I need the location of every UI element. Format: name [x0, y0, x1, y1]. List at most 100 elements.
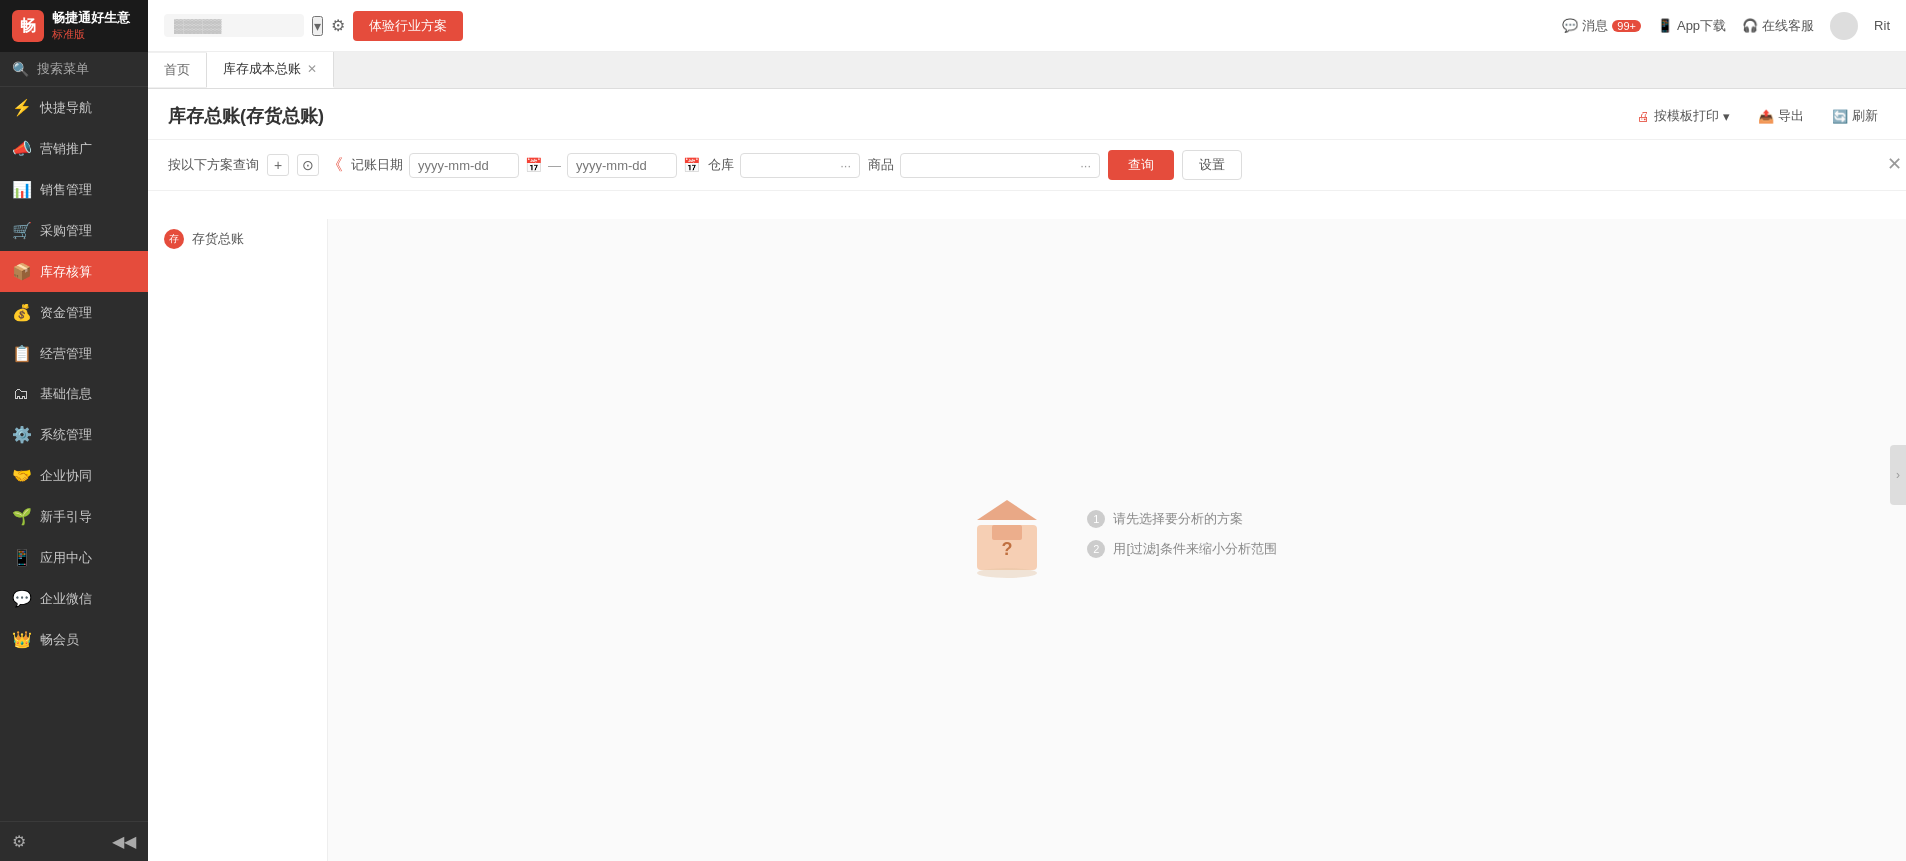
content-area: 库存总账(存货总账) 🖨 按模板打印 ▾ 📤 导出 🔄 刷新 按以下方案查 — [148, 89, 1906, 861]
product-more-icon: ··· — [1080, 158, 1091, 173]
scheme-item-inventory-account[interactable]: 存 存货总账 — [148, 219, 327, 259]
tabbar: 首页 库存成本总账 ✕ — [148, 52, 1906, 89]
refresh-icon: 🔄 — [1832, 109, 1848, 124]
sidebar-item-appstore[interactable]: 📱 应用中心 — [0, 537, 148, 578]
sidebar-item-inventory[interactable]: 📦 库存核算 — [0, 251, 148, 292]
warehouse-more-icon: ··· — [840, 158, 851, 173]
sidebar-item-enterprise[interactable]: 🤝 企业协同 — [0, 455, 148, 496]
sidebar-item-operation[interactable]: 📋 经营管理 — [0, 333, 148, 374]
right-panel-toggle[interactable]: › — [1890, 445, 1906, 505]
tab-home[interactable]: 首页 — [148, 53, 207, 87]
product-selector[interactable]: ··· — [900, 153, 1100, 178]
sidebar-search-label: 搜索菜单 — [37, 60, 89, 78]
query-btn[interactable]: 查询 — [1108, 150, 1174, 180]
filter-date-group: 记账日期 📅 — 📅 — [351, 153, 700, 178]
topbar-online-service-action[interactable]: 🎧 在线客服 — [1742, 17, 1814, 35]
sidebar: 畅 畅捷通好生意 标准版 🔍 搜索菜单 ⚡ 快捷导航 📣 营销推广 📊 销售管理… — [0, 0, 148, 861]
warehouse-label: 仓库 — [708, 156, 734, 174]
filter-config-btn[interactable]: ⊙ — [297, 154, 319, 176]
panel-close-btn[interactable]: ✕ — [1883, 149, 1906, 179]
search-icon: 🔍 — [12, 61, 29, 77]
sidebar-label-wechat: 企业微信 — [40, 590, 92, 608]
empty-tips: 1 请先选择要分析的方案 2 用[过滤]条件来缩小分析范围 — [1087, 510, 1276, 570]
topbar-dropdown-btn[interactable]: ▾ — [312, 16, 323, 36]
online-service-label: 在线客服 — [1762, 17, 1814, 35]
scheme-icon-inventory: 存 — [164, 229, 184, 249]
date-start-picker-icon[interactable]: 📅 — [525, 157, 542, 173]
print-template-btn[interactable]: 🖨 按模板打印 ▾ — [1629, 103, 1738, 129]
export-icon: 📤 — [1758, 109, 1774, 124]
filter-label: 按以下方案查询 — [168, 156, 259, 174]
sidebar-label-member: 畅会员 — [40, 631, 79, 649]
empty-illustration: ? — [957, 490, 1057, 590]
settings-footer-icon[interactable]: ⚙ — [12, 832, 26, 851]
date-end-input[interactable] — [567, 153, 677, 178]
sidebar-label-inventory: 库存核算 — [40, 263, 92, 281]
empty-content: ? 1 请先选择要分析的方案 2 用[过滤]条件来缩小分析范围 — [957, 490, 1276, 590]
wechat-icon: 💬 — [12, 589, 30, 608]
scheme-panel: 存 存货总账 — [148, 219, 328, 861]
appstore-icon: 📱 — [12, 548, 30, 567]
filter-bar: 按以下方案查询 + ⊙ 《 记账日期 📅 — 📅 仓库 ··· — [148, 140, 1906, 191]
tab-inventory-cost[interactable]: 库存成本总账 ✕ — [207, 52, 334, 88]
date-end-picker-icon[interactable]: 📅 — [683, 157, 700, 173]
sidebar-label-purchase: 采购管理 — [40, 222, 92, 240]
message-badge: 99+ — [1612, 20, 1641, 32]
sidebar-item-sales[interactable]: 📊 销售管理 — [0, 169, 148, 210]
sidebar-item-purchase[interactable]: 🛒 采购管理 — [0, 210, 148, 251]
tab-close-icon[interactable]: ✕ — [307, 62, 317, 76]
sidebar-item-quick-nav[interactable]: ⚡ 快捷导航 — [0, 87, 148, 128]
topbar-gear-btn[interactable]: ⚙ — [331, 16, 345, 35]
print-dropdown-icon[interactable]: ▾ — [1723, 109, 1730, 124]
sidebar-item-wechat[interactable]: 💬 企业微信 — [0, 578, 148, 619]
date-start-input[interactable] — [409, 153, 519, 178]
date-label: 记账日期 — [351, 156, 403, 174]
basic-icon: 🗂 — [12, 385, 30, 403]
filter-add-btn[interactable]: + — [267, 154, 289, 176]
sidebar-item-basic[interactable]: 🗂 基础信息 — [0, 374, 148, 414]
sidebar-item-newbie[interactable]: 🌱 新手引导 — [0, 496, 148, 537]
sidebar-item-marketing[interactable]: 📣 营销推广 — [0, 128, 148, 169]
filter-settings-btn[interactable]: 设置 — [1182, 150, 1242, 180]
sidebar-label-finance: 资金管理 — [40, 304, 92, 322]
message-label: 消息 — [1582, 17, 1608, 35]
sidebar-label-system: 系统管理 — [40, 426, 92, 444]
svg-marker-1 — [977, 500, 1037, 520]
filter-collapse-btn[interactable]: 《 — [327, 155, 343, 176]
purchase-icon: 🛒 — [12, 221, 30, 240]
filter-warehouse-group: 仓库 ··· — [708, 153, 860, 178]
warehouse-selector[interactable]: ··· — [740, 153, 860, 178]
export-btn[interactable]: 📤 导出 — [1750, 103, 1812, 129]
sidebar-item-finance[interactable]: 💰 资金管理 — [0, 292, 148, 333]
system-icon: ⚙️ — [12, 425, 30, 444]
sidebar-label-marketing: 营销推广 — [40, 140, 92, 158]
inventory-icon: 📦 — [12, 262, 30, 281]
tab-inventory-cost-label: 库存成本总账 — [223, 60, 301, 78]
sidebar-item-member[interactable]: 👑 畅会员 — [0, 619, 148, 660]
topbar-avatar[interactable] — [1830, 12, 1858, 40]
svg-point-4 — [977, 568, 1037, 578]
collapse-sidebar-icon[interactable]: ◀◀ — [112, 832, 136, 851]
sidebar-label-quick-nav: 快捷导航 — [40, 99, 92, 117]
app-download-label: App下载 — [1677, 17, 1726, 35]
page-title: 库存总账(存货总账) — [168, 104, 324, 128]
sidebar-item-system[interactable]: ⚙️ 系统管理 — [0, 414, 148, 455]
sidebar-footer: ⚙ ◀◀ — [0, 821, 148, 861]
logo-text: 畅捷通好生意 标准版 — [52, 10, 130, 41]
industry-btn[interactable]: 体验行业方案 — [353, 11, 463, 41]
product-label: 商品 — [868, 156, 894, 174]
refresh-btn[interactable]: 🔄 刷新 — [1824, 103, 1886, 129]
refresh-label: 刷新 — [1852, 107, 1878, 125]
sidebar-search[interactable]: 🔍 搜索菜单 — [0, 52, 148, 87]
filter-inputs: 记账日期 📅 — 📅 仓库 ··· 商品 — [351, 150, 1886, 180]
enterprise-icon: 🤝 — [12, 466, 30, 485]
logo-main: 畅捷通好生意 — [52, 10, 130, 27]
topbar-message-action[interactable]: 💬 消息 99+ — [1562, 17, 1641, 35]
newbie-icon: 🌱 — [12, 507, 30, 526]
empty-state: ? 1 请先选择要分析的方案 2 用[过滤]条件来缩小分析范围 — [328, 219, 1906, 861]
topbar-app-download-action[interactable]: 📱 App下载 — [1657, 17, 1726, 35]
empty-tip-1: 1 请先选择要分析的方案 — [1087, 510, 1276, 528]
topbar-search-box[interactable]: ▓▓▓▓▓ — [164, 14, 304, 37]
operation-icon: 📋 — [12, 344, 30, 363]
date-separator: — — [548, 158, 561, 173]
